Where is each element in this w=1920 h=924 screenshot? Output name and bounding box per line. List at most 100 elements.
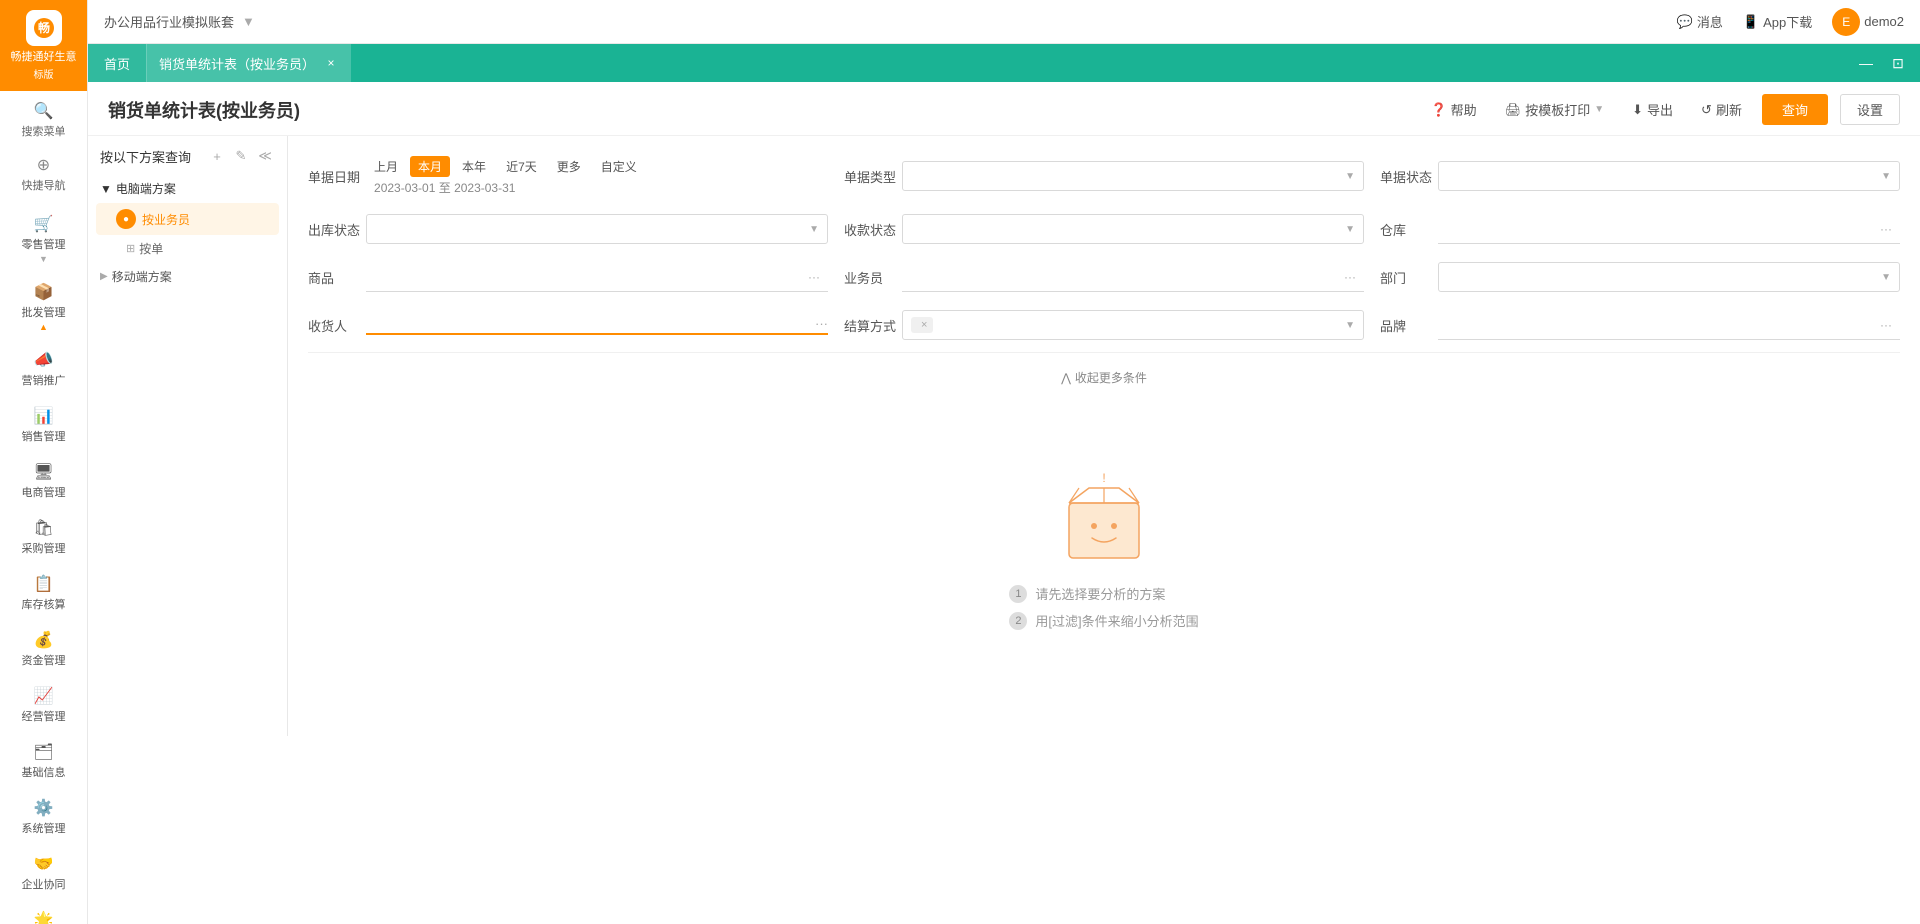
- quick-nav-label: 快捷导航: [22, 177, 66, 193]
- tab-maximize-btn[interactable]: ⊡: [1884, 49, 1912, 77]
- tab-bar: 首页 销货单统计表（按业务员） × — ⊡: [88, 44, 1920, 82]
- scheme-sub-icon: ⊞: [126, 242, 135, 255]
- settings-btn[interactable]: 设置: [1840, 94, 1900, 125]
- sidebar-item-marketing[interactable]: 📣 营销推广: [6, 342, 81, 396]
- filter-cell-payment: 收款状态 ▼: [844, 214, 1364, 244]
- top-bar-right: 💬 消息 📱 App下载 E demo2: [1677, 8, 1904, 36]
- avatar: E: [1832, 8, 1860, 36]
- sidebar-logo[interactable]: 畅 畅捷通好生意 标版: [0, 0, 88, 91]
- scheme-sub-item-order[interactable]: ⊞ 按单: [96, 235, 279, 262]
- goods-input[interactable]: ···: [366, 262, 828, 292]
- sidebar-item-basic[interactable]: 🗂 基础信息: [6, 734, 81, 788]
- doc-status-select[interactable]: ▼: [1438, 161, 1900, 191]
- filter-cell-out-status: 出库状态 ▼: [308, 214, 828, 244]
- date-tab-this-month[interactable]: 本月: [410, 156, 450, 177]
- empty-illustration: !: [1044, 468, 1164, 568]
- collapse-more-btn[interactable]: ⋀ 收起更多条件: [1055, 363, 1153, 392]
- filter-cell-receiver: 收货人 ···: [308, 310, 828, 340]
- edit-scheme-btn[interactable]: ✎: [231, 146, 251, 166]
- page-header: 销货单统计表(按业务员) ❓ 帮助 🖨 按模板打印 ▼ ⬇ 导出: [88, 82, 1920, 135]
- sidebar-item-newbie[interactable]: 🌟 新手引导: [6, 902, 81, 924]
- settle-tag-close-btn[interactable]: ×: [921, 319, 927, 331]
- brand-input[interactable]: ···: [1438, 310, 1900, 340]
- filter-cell-brand: 品牌 ···: [1380, 310, 1900, 340]
- message-btn[interactable]: 💬 消息: [1677, 12, 1723, 31]
- main-content: 按以下方案查询 + ✎ ≪ ▼ 电脑端方案: [88, 136, 1920, 736]
- goods-label: 商品: [308, 268, 360, 287]
- step-1-num: 1: [1009, 585, 1027, 603]
- print-icon: 🖨: [1505, 102, 1522, 118]
- tab-home-label: 首页: [104, 54, 130, 73]
- top-bar-dropdown-arrow[interactable]: ▼: [242, 14, 255, 29]
- export-btn[interactable]: ⬇ 导出: [1624, 96, 1681, 123]
- date-tab-more[interactable]: 更多: [549, 156, 589, 177]
- sidebar-item-sales[interactable]: 📊 销售管理: [6, 398, 81, 452]
- date-tab-last-month[interactable]: 上月: [366, 156, 406, 177]
- doc-type-arrow: ▼: [1345, 171, 1355, 182]
- empty-step-2: 2 用[过滤]条件来缩小分析范围: [1009, 611, 1198, 630]
- user-menu-btn[interactable]: E demo2: [1832, 8, 1904, 36]
- date-tab-last7[interactable]: 近7天: [498, 156, 545, 177]
- filter-grid-2: 出库状态 ▼ 收款状态 ▼: [308, 210, 1900, 248]
- basic-label: 基础信息: [22, 764, 66, 780]
- warehouse-ellipsis[interactable]: ···: [1880, 222, 1892, 236]
- filter-grid-4: 收货人 ··· 结算方式 ×: [308, 306, 1900, 344]
- settle-tag: ×: [911, 317, 933, 333]
- finance-icon: 💰: [34, 630, 54, 650]
- scheme-item-salesperson[interactable]: ● 按业务员: [96, 203, 279, 235]
- receiver-input[interactable]: ···: [366, 316, 828, 335]
- help-btn[interactable]: ❓ 帮助: [1422, 96, 1484, 123]
- warehouse-input[interactable]: ···: [1438, 214, 1900, 244]
- settle-label: 结算方式: [844, 316, 896, 335]
- quick-nav-item[interactable]: ⊕ 快捷导航: [22, 145, 66, 197]
- brand-ellipsis[interactable]: ···: [1880, 318, 1892, 332]
- step-1-text: 请先选择要分析的方案: [1035, 584, 1165, 603]
- out-status-select[interactable]: ▼: [366, 214, 828, 244]
- salesperson-label: 业务员: [844, 268, 896, 287]
- desktop-scheme-title[interactable]: ▼ 电脑端方案: [96, 174, 279, 203]
- query-btn[interactable]: 查询: [1762, 94, 1828, 125]
- sidebar-item-system[interactable]: ⚙️ 系统管理: [6, 790, 81, 844]
- enterprise-icon: 🤝: [34, 854, 54, 874]
- mobile-scheme-group[interactable]: ▶ 移动端方案: [88, 262, 287, 291]
- tab-minimize-btn[interactable]: —: [1852, 49, 1880, 77]
- sidebar-item-ecommerce[interactable]: 🖥 电商管理: [6, 454, 81, 508]
- sidebar-item-enterprise[interactable]: 🤝 企业协同: [6, 846, 81, 900]
- mobile-scheme-label: 移动端方案: [112, 268, 172, 285]
- sidebar-item-retail[interactable]: 🛒 零售管理 ▼: [6, 206, 81, 272]
- sidebar-item-wholesale[interactable]: 📦 批发管理 ▲: [6, 274, 81, 340]
- wholesale-label: 批发管理: [22, 304, 66, 320]
- date-tab-custom[interactable]: 自定义: [593, 156, 645, 177]
- collapse-icon: ⋀: [1061, 371, 1071, 385]
- app-download-btn[interactable]: 📱 App下载: [1743, 12, 1812, 31]
- receiver-ellipsis[interactable]: ···: [815, 316, 828, 331]
- payment-status-select[interactable]: ▼: [902, 214, 1364, 244]
- settle-arrow: ▼: [1345, 320, 1355, 331]
- right-content: 单据日期 上月 本月 本年 近7天 更多 自定义 20: [288, 136, 1920, 736]
- refresh-btn[interactable]: ↺ 刷新: [1693, 96, 1750, 123]
- left-panel-header: 按以下方案查询 + ✎ ≪: [88, 136, 287, 174]
- sidebar-item-finance[interactable]: 💰 资金管理: [6, 622, 81, 676]
- tab-close-btn[interactable]: ×: [323, 55, 339, 71]
- tab-sales-stat[interactable]: 销货单统计表（按业务员） ×: [146, 44, 351, 82]
- refresh-label: 刷新: [1716, 100, 1742, 119]
- add-scheme-btn[interactable]: +: [207, 146, 227, 166]
- department-select[interactable]: ▼: [1438, 262, 1900, 292]
- doc-type-select[interactable]: ▼: [902, 161, 1364, 191]
- salesperson-ellipsis[interactable]: ···: [1344, 270, 1356, 284]
- search-label: 搜索菜单: [22, 123, 66, 139]
- salesperson-input[interactable]: ···: [902, 262, 1364, 292]
- collapse-panel-btn[interactable]: ≪: [255, 146, 275, 166]
- settle-select[interactable]: × ▼: [902, 310, 1364, 340]
- tab-home[interactable]: 首页: [88, 44, 146, 82]
- tab-label: 标版: [34, 66, 54, 81]
- print-btn[interactable]: 🖨 按模板打印 ▼: [1497, 96, 1612, 123]
- date-tab-this-year[interactable]: 本年: [454, 156, 494, 177]
- sidebar-item-inventory[interactable]: 📋 库存核算: [6, 566, 81, 620]
- top-bar: 办公用品行业模拟账套 ▼ 💬 消息 📱 App下载 E demo2: [88, 0, 1920, 44]
- sidebar-item-purchase[interactable]: 🛍 采购管理: [6, 510, 81, 564]
- goods-ellipsis[interactable]: ···: [808, 270, 820, 284]
- search-menu-item[interactable]: 🔍 搜索菜单: [22, 91, 66, 145]
- sidebar-item-operation[interactable]: 📈 经营管理: [6, 678, 81, 732]
- export-label: 导出: [1647, 100, 1673, 119]
